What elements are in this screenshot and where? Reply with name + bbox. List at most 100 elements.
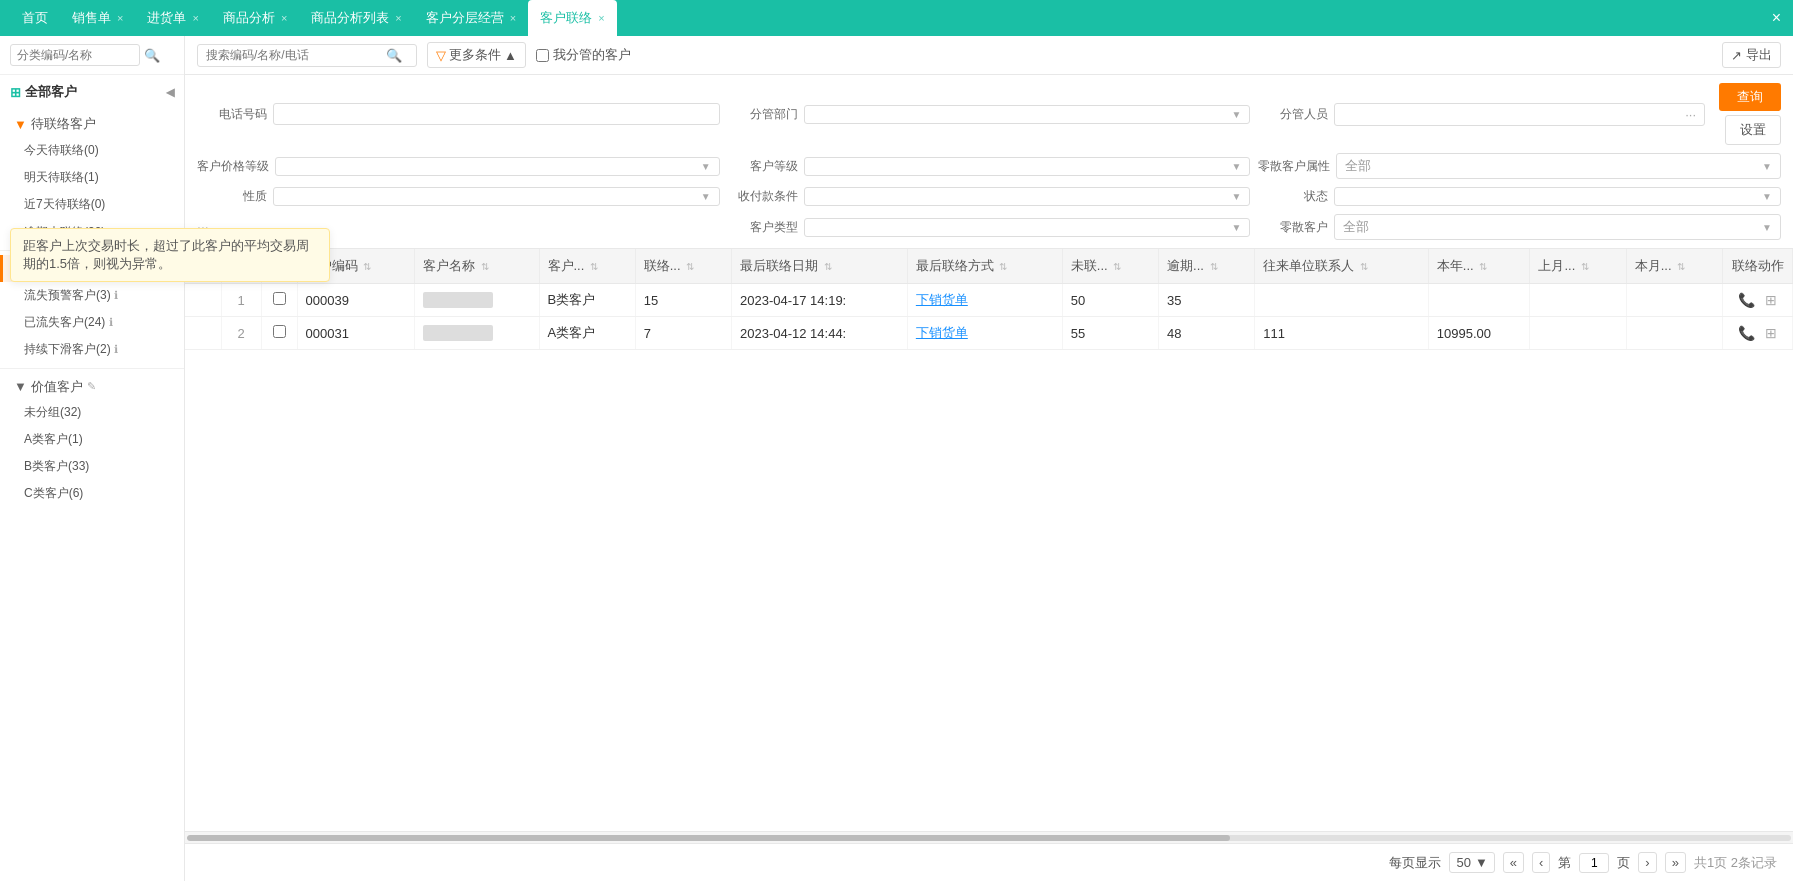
sidebar-item-class-c[interactable]: C类客户(6)	[0, 480, 184, 507]
pending-contact-group[interactable]: ▼ 待联络客户	[0, 109, 184, 137]
action-phone-icon[interactable]: 📞	[1738, 325, 1755, 341]
last-page-btn[interactable]: »	[1665, 852, 1686, 873]
close-customer-contact-tab[interactable]: ×	[598, 12, 604, 24]
page-size-value: 50	[1456, 855, 1470, 870]
action-more-icon[interactable]: ⊞	[1765, 292, 1777, 308]
my-customer-checkbox-label[interactable]: 我分管的客户	[536, 46, 631, 64]
nav-product-analysis-list[interactable]: 商品分析列表 ×	[299, 0, 413, 36]
sidebar-item-lost[interactable]: 已流失客户(24) ℹ	[0, 309, 184, 336]
more-conditions-btn[interactable]: ▽ 更多条件 ▲	[427, 42, 526, 68]
sidebar-search-input[interactable]	[10, 44, 140, 66]
content-area: 🔍 ▽ 更多条件 ▲ 我分管的客户 ↗ 导出 电话号码	[185, 36, 1793, 881]
row-overdue: 48	[1159, 317, 1255, 350]
customer-type-label: 客户类型	[728, 219, 798, 236]
page-label: 第	[1558, 854, 1571, 872]
sidebar-item-class-a[interactable]: A类客户(1)	[0, 426, 184, 453]
customer-level-select[interactable]: ▼	[804, 157, 1251, 176]
sidebar-collapse-btn[interactable]: ◀	[166, 86, 174, 99]
retail-attr-select[interactable]: 全部 ▼	[1336, 153, 1781, 179]
search-input[interactable]	[206, 48, 386, 62]
page-input[interactable]	[1579, 853, 1609, 873]
sidebar-item-tomorrow[interactable]: 明天待联络(1)	[0, 164, 184, 191]
next-page-btn[interactable]: ›	[1638, 852, 1656, 873]
sidebar-item-class-b[interactable]: B类客户(33)	[0, 453, 184, 480]
manager-select[interactable]: ···	[1334, 103, 1705, 126]
value-edit-icon[interactable]: ✎	[87, 380, 96, 393]
contact-sort-icon[interactable]: ⇅	[686, 261, 694, 272]
customer-type-select[interactable]: ▼	[804, 218, 1251, 237]
setting-button[interactable]: 设置	[1725, 115, 1781, 145]
close-product-analysis-tab[interactable]: ×	[281, 12, 287, 24]
action-more-icon[interactable]: ⊞	[1765, 325, 1777, 341]
close-purchase-tab[interactable]: ×	[192, 12, 198, 24]
dept-label: 分管部门	[728, 106, 798, 123]
row-checkbox[interactable]	[273, 325, 286, 338]
close-customer-layer-tab[interactable]: ×	[510, 12, 516, 24]
sidebar-item-declining[interactable]: 持续下滑客户(2) ℹ	[0, 336, 184, 363]
dept-select[interactable]: ▼	[804, 105, 1251, 124]
sidebar-search-icon[interactable]: 🔍	[144, 48, 160, 63]
search-icon[interactable]: 🔍	[386, 48, 402, 63]
payment-label: 收付款条件	[728, 188, 798, 205]
phone-input[interactable]	[273, 103, 720, 125]
nav-purchase[interactable]: 进货单 ×	[135, 0, 210, 36]
filter-icon: ▽	[436, 48, 446, 63]
close-sales-tab[interactable]: ×	[117, 12, 123, 24]
nav-customer-layer[interactable]: 客户分层经营 ×	[414, 0, 528, 36]
customer-name-blurred	[423, 292, 493, 308]
payment-select[interactable]: ▼	[804, 187, 1251, 206]
row-last-method[interactable]: 下销货单	[907, 284, 1062, 317]
row-last-month	[1530, 317, 1626, 350]
sidebar-item-churn-warning[interactable]: 流失预警客户(3) ℹ	[0, 282, 184, 309]
my-customer-checkbox[interactable]	[536, 49, 549, 62]
value-customers-group[interactable]: ▼ 价值客户 ✎	[0, 373, 184, 399]
scrollbar-thumb[interactable]	[187, 835, 1230, 841]
all-customers-title[interactable]: ⊞ 全部客户 ◀	[0, 75, 184, 109]
action-phone-icon[interactable]: 📞	[1738, 292, 1755, 308]
table-row: 1 000039 B类客户 15 2023-04-17 14:19: 下销货单 …	[185, 284, 1793, 317]
column-type: 客户... ⇅	[539, 249, 635, 284]
this-year-sort-icon[interactable]: ⇅	[1479, 261, 1487, 272]
page-size-select[interactable]: 50 ▼	[1449, 852, 1494, 873]
status-select[interactable]: ▼	[1334, 187, 1781, 206]
last-method-link[interactable]: 下销货单	[916, 325, 968, 340]
type-sort-icon[interactable]: ⇅	[590, 261, 598, 272]
last-method-sort-icon[interactable]: ⇅	[999, 261, 1007, 272]
retail-customer-select[interactable]: 全部 ▼	[1334, 214, 1781, 240]
last-month-sort-icon[interactable]: ⇅	[1581, 261, 1589, 272]
nav-sales[interactable]: 销售单 ×	[60, 0, 135, 36]
contact-person-sort-icon[interactable]: ⇅	[1360, 261, 1368, 272]
overdue-sort-icon[interactable]: ⇅	[1210, 261, 1218, 272]
page-size-caret: ▼	[1475, 855, 1488, 870]
code-sort-icon[interactable]: ⇅	[363, 261, 371, 272]
last-method-link[interactable]: 下销货单	[916, 292, 968, 307]
nature-select[interactable]: ▼	[273, 187, 720, 206]
name-sort-icon[interactable]: ⇅	[481, 261, 489, 272]
export-button[interactable]: ↗ 导出	[1722, 42, 1781, 68]
prev-page-btn[interactable]: ‹	[1532, 852, 1550, 873]
last-date-sort-icon[interactable]: ⇅	[824, 261, 832, 272]
query-button[interactable]: 查询	[1719, 83, 1781, 111]
close-product-analysis-list-tab[interactable]: ×	[395, 12, 401, 24]
no-contact-sort-icon[interactable]: ⇅	[1113, 261, 1121, 272]
price-level-select[interactable]: ▼	[275, 157, 720, 176]
sidebar: 🔍 ⊞ 全部客户 ◀ ▼ 待联络客户 今天待联络(0) 明天待联络(1) 近7天…	[0, 36, 185, 881]
sidebar-item-today[interactable]: 今天待联络(0)	[0, 137, 184, 164]
sidebar-item-7days[interactable]: 近7天待联络(0)	[0, 191, 184, 218]
close-all-button[interactable]: ×	[1772, 9, 1781, 27]
row-check[interactable]	[261, 284, 297, 317]
row-last-method[interactable]: 下销货单	[907, 317, 1062, 350]
row-checkbox[interactable]	[273, 292, 286, 305]
row-this-month	[1626, 284, 1722, 317]
nav-customer-contact[interactable]: 客户联络 ×	[528, 0, 616, 36]
sidebar-item-ungroup[interactable]: 未分组(32)	[0, 399, 184, 426]
column-this-year: 本年... ⇅	[1428, 249, 1530, 284]
row-check[interactable]	[261, 317, 297, 350]
first-page-btn[interactable]: «	[1503, 852, 1524, 873]
nav-product-analysis[interactable]: 商品分析 ×	[211, 0, 299, 36]
row-type: A类客户	[539, 317, 635, 350]
horizontal-scrollbar[interactable]	[185, 831, 1793, 843]
nav-home[interactable]: 首页	[10, 0, 60, 36]
this-month-sort-icon[interactable]: ⇅	[1677, 261, 1685, 272]
pending-tri-icon: ▼	[14, 117, 27, 132]
